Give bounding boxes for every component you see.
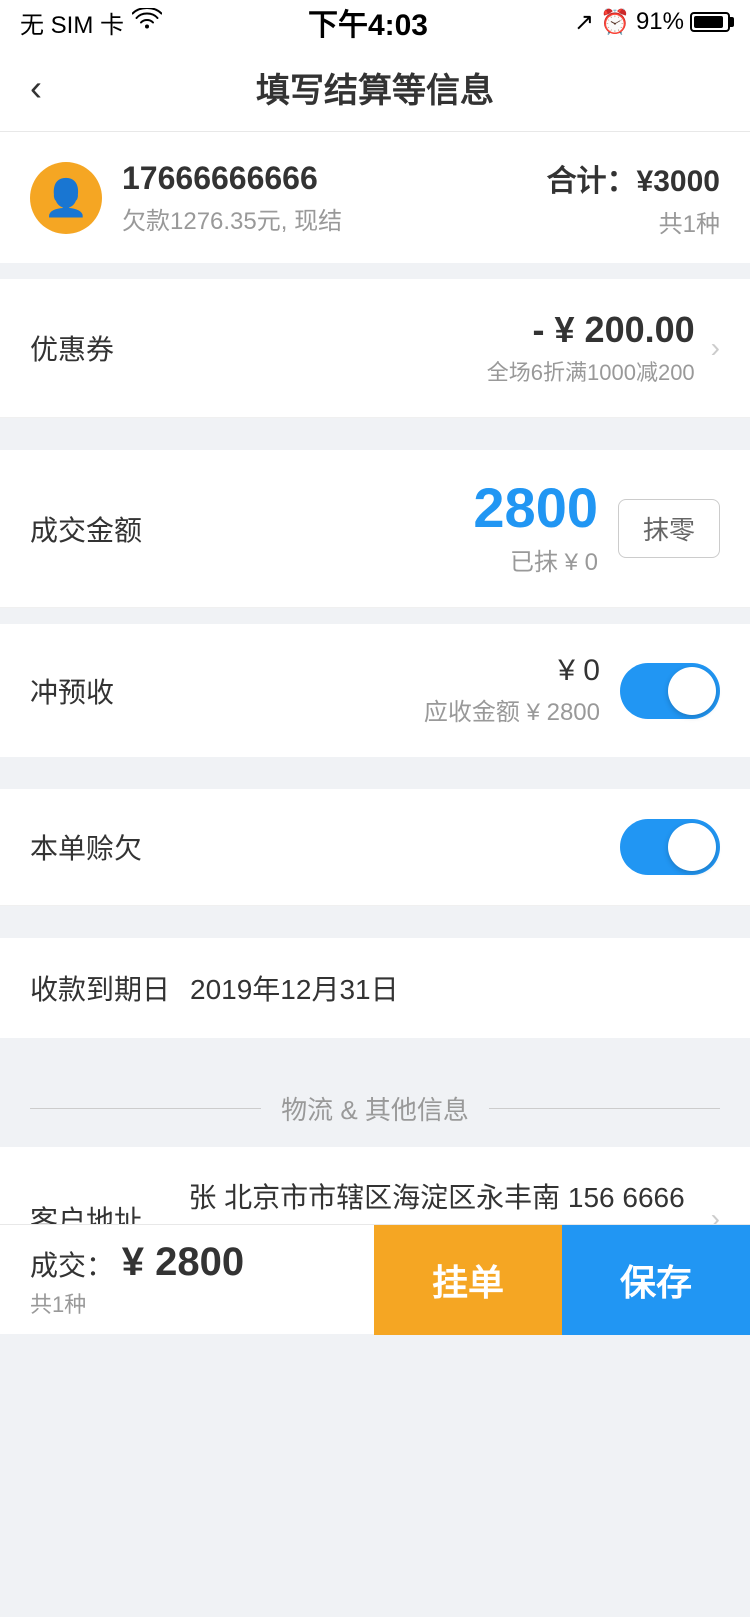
prepayment-section: 冲预收 ¥ 0 应收金额 ¥ 2800 [0, 624, 750, 757]
coupon-row[interactable]: 优惠券 - ¥ 200.00 全场6折满1000减200 › [0, 279, 750, 418]
divider-line-left [30, 1108, 261, 1109]
bottom-summary-label: 成交： [30, 1250, 114, 1281]
debt-row: 本单赊欠 [0, 789, 750, 906]
coupon-label: 优惠券 [30, 328, 170, 368]
gray-divider-1 [0, 434, 750, 450]
logistics-label: 物流 & 其他信息 [261, 1090, 489, 1127]
coupon-section: 优惠券 - ¥ 200.00 全场6折满1000减200 › [0, 279, 750, 418]
divider-line-right [489, 1108, 720, 1109]
due-date-section: 收款到期日 2019年12月31日 [0, 938, 750, 1038]
prepayment-sub: 应收金额 ¥ 2800 [424, 692, 600, 727]
customer-total: 合计：¥3000 共1种 [547, 156, 720, 239]
due-date-row: 收款到期日 2019年12月31日 [0, 938, 750, 1038]
coupon-desc: 全场6折满1000减200 [487, 355, 695, 387]
debt-label: 本单赊欠 [30, 827, 600, 867]
customer-row: 👤 17666666666 欠款1276.35元, 现结 合计：¥3000 共1… [0, 132, 750, 263]
due-date-value: 2019年12月31日 [190, 968, 399, 1008]
customer-section: 👤 17666666666 欠款1276.35元, 现结 合计：¥3000 共1… [0, 132, 750, 263]
avatar: 👤 [30, 162, 102, 234]
sim-status: 无 SIM 卡 [20, 5, 124, 40]
status-time: 下午4:03 [308, 0, 428, 44]
customer-sub: 欠款1276.35元, 现结 [122, 201, 547, 236]
customer-info: 17666666666 欠款1276.35元, 现结 [122, 160, 547, 236]
debt-section: 本单赊欠 [0, 789, 750, 906]
back-button[interactable]: ‹ [30, 67, 90, 109]
deal-amount-value: 2800 [473, 480, 598, 536]
customer-phone: 17666666666 [122, 160, 547, 197]
prepayment-value-col: ¥ 0 应收金额 ¥ 2800 [170, 654, 600, 727]
battery-icon [690, 12, 730, 32]
total-amount: 合计：¥3000 [547, 156, 720, 200]
debt-toggle[interactable] [620, 819, 720, 875]
deal-amount-value-col: 2800 已抹 ¥ 0 [170, 480, 598, 577]
prepayment-toggle[interactable] [620, 663, 720, 719]
gray-divider-2 [0, 773, 750, 789]
page-title: 填写结算等信息 [90, 63, 660, 112]
avatar-icon: 👤 [44, 177, 89, 219]
main-content: 👤 17666666666 欠款1276.35元, 现结 合计：¥3000 共1… [0, 132, 750, 1617]
total-count: 共1种 [547, 204, 720, 239]
bottom-summary-count: 共1种 [30, 1287, 344, 1319]
status-bar: 无 SIM 卡 下午4:03 ↗ ⏰ 91% [0, 0, 750, 44]
coupon-value-col: - ¥ 200.00 全场6折满1000减200 [170, 309, 695, 387]
gray-divider-3 [0, 922, 750, 938]
bottom-spacer [0, 1307, 750, 1507]
bottom-summary-line1: 成交： ¥ 2800 [30, 1240, 344, 1285]
logistics-divider: 物流 & 其他信息 [0, 1070, 750, 1147]
deal-amount-sub: 已抹 ¥ 0 [510, 542, 598, 577]
bottom-summary: 成交： ¥ 2800 共1种 [0, 1240, 374, 1319]
battery-percent: 91% [636, 8, 684, 36]
toggle-thumb [668, 667, 716, 715]
deal-amount-row: 成交金额 2800 已抹 ¥ 0 抹零 [0, 450, 750, 608]
hang-button[interactable]: 挂单 [374, 1225, 562, 1335]
wifi-icon [132, 8, 162, 37]
prepayment-amount: ¥ 0 [558, 654, 600, 688]
status-left: 无 SIM 卡 [20, 5, 162, 40]
coupon-discount: - ¥ 200.00 [533, 309, 695, 351]
alarm-icon: ⏰ [600, 8, 630, 37]
prepayment-label: 冲预收 [30, 671, 170, 711]
chevron-right-icon: › [711, 332, 720, 364]
due-date-label: 收款到期日 [30, 968, 170, 1008]
gray-divider-4 [0, 1054, 750, 1070]
bottom-bar: 成交： ¥ 2800 共1种 挂单 保存 [0, 1224, 750, 1334]
save-button[interactable]: 保存 [562, 1225, 750, 1335]
round-button[interactable]: 抹零 [618, 499, 720, 558]
deal-amount-section: 成交金额 2800 已抹 ¥ 0 抹零 [0, 450, 750, 608]
bottom-summary-amount: ¥ 2800 [122, 1240, 244, 1284]
prepayment-row: 冲预收 ¥ 0 应收金额 ¥ 2800 [0, 624, 750, 757]
location-icon: ↗ [574, 8, 594, 37]
nav-bar: ‹ 填写结算等信息 [0, 44, 750, 132]
status-right: ↗ ⏰ 91% [574, 8, 730, 37]
debt-toggle-thumb [668, 823, 716, 871]
deal-amount-label: 成交金额 [30, 509, 170, 549]
